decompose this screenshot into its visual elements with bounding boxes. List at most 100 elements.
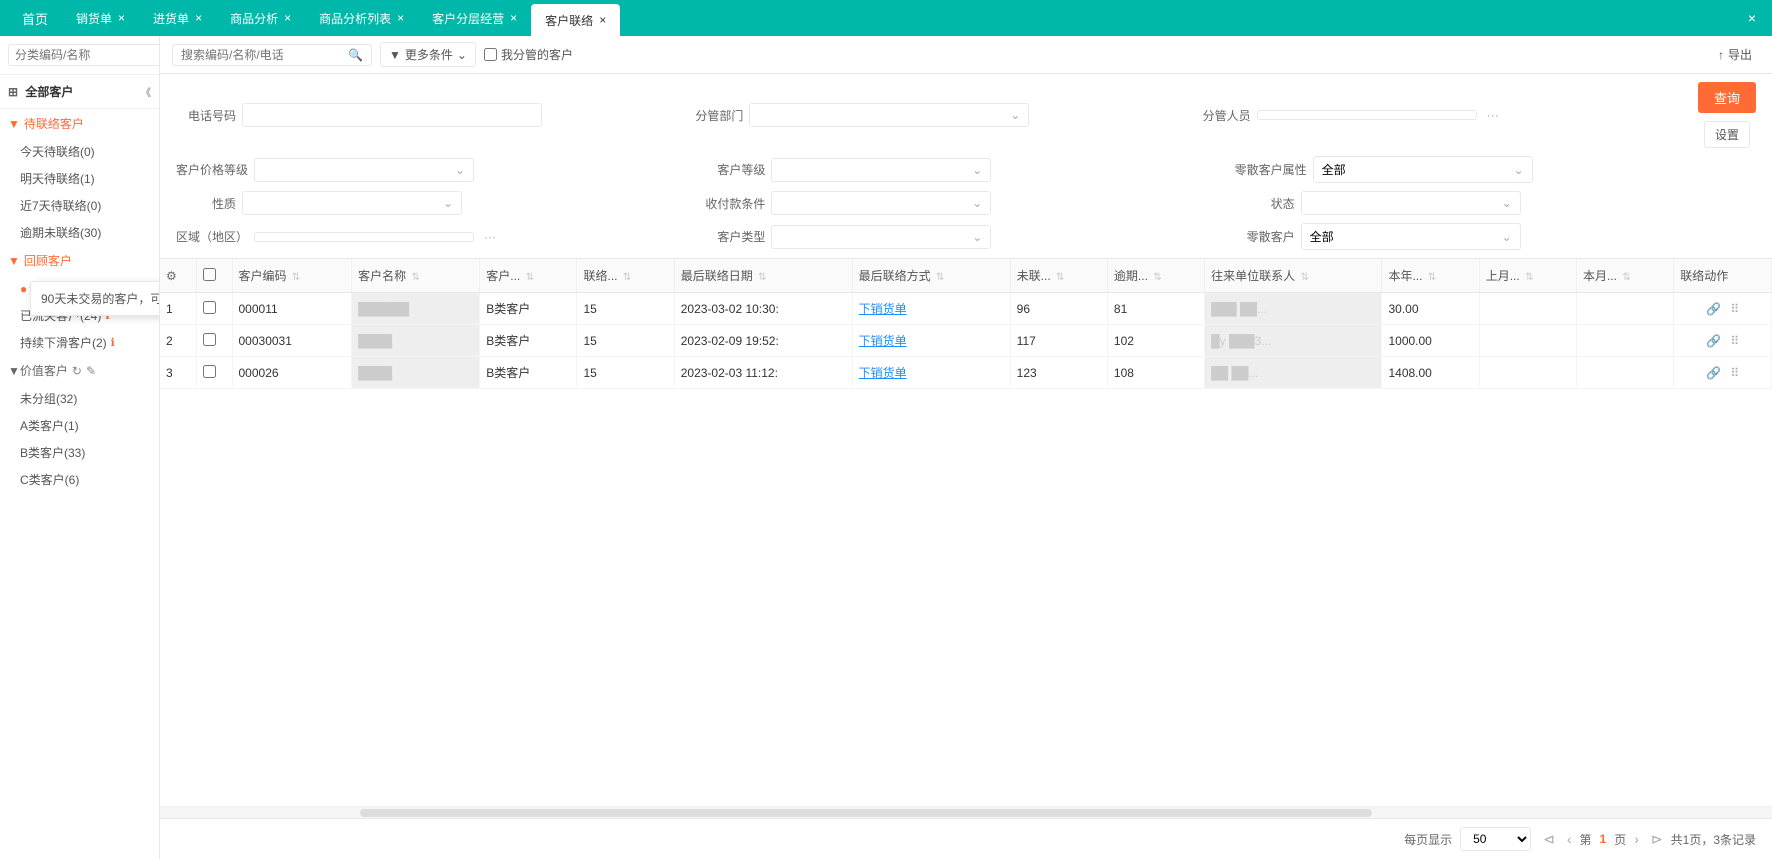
refresh-icon[interactable]: ↻ — [72, 364, 82, 378]
sidebar-search-input[interactable] — [8, 44, 160, 66]
export-btn[interactable]: ↑ 导出 — [1710, 43, 1760, 66]
select-all-checkbox[interactable] — [203, 268, 216, 281]
action-menu-icon-1[interactable]: ⠿ — [1730, 334, 1739, 348]
status-select[interactable]: ⌄ — [1301, 191, 1521, 215]
first-page-btn[interactable]: ⊲ — [1539, 829, 1559, 850]
row-name-0: ██████ — [352, 293, 480, 325]
search-submit-icon[interactable]: 🔍 — [348, 48, 363, 62]
action-menu-icon-2[interactable]: ⠿ — [1730, 366, 1739, 380]
sidebar-item-tomorrow[interactable]: 明天待联络(1) — [0, 165, 159, 192]
sort-overdue-icon[interactable]: ⇅ — [1153, 272, 1161, 283]
sidebar-collapse-icon[interactable]: 《 — [141, 84, 151, 99]
filter-price-grade: 客户价格等级 ⌄ — [176, 158, 697, 182]
next-page-btn[interactable]: › — [1630, 829, 1643, 849]
row-last-method-0[interactable]: 下销货单 — [852, 293, 1010, 325]
my-customers-checkbox[interactable] — [484, 48, 497, 61]
my-customers-filter[interactable]: 我分管的客户 — [484, 46, 573, 63]
sidebar-section-review[interactable]: ▼ 回顾客户 — [0, 246, 159, 275]
sidebar-item-c-class[interactable]: C类客户(6) — [0, 466, 159, 493]
action-menu-icon-0[interactable]: ⠿ — [1730, 302, 1739, 316]
retail-select[interactable]: 全部 ⌄ — [1301, 223, 1521, 250]
content-area: 🔍 ▼ 更多条件 ⌄ 我分管的客户 ↑ 导出 电话号码 — [160, 36, 1772, 859]
query-settings: 查询 设置 — [1698, 82, 1756, 148]
manager-more-btn[interactable]: ··· — [1483, 108, 1503, 122]
query-button[interactable]: 查询 — [1698, 82, 1756, 113]
action-link-icon-0[interactable]: 🔗 — [1706, 302, 1721, 316]
nature-select[interactable]: ⌄ — [242, 191, 462, 215]
sidebar-item-7days[interactable]: 近7天待联络(0) — [0, 192, 159, 219]
payment-arrow: ⌄ — [972, 196, 982, 210]
phone-input[interactable] — [242, 103, 542, 127]
region-more-btn[interactable]: ··· — [480, 230, 500, 244]
row-checkbox-0[interactable] — [203, 301, 216, 314]
table-area: ⚙ 客户编码 ⇅ 客户名称 ⇅ — [160, 259, 1772, 806]
sidebar-section-value[interactable]: ▼ 价值客户 ↻ ✎ — [0, 356, 159, 385]
row-action-1[interactable]: 🔗 ⠿ — [1674, 325, 1772, 357]
sort-tmonth-icon[interactable]: ⇅ — [1622, 272, 1630, 283]
sort-unlinked-icon[interactable]: ⇅ — [1056, 272, 1064, 283]
sidebar-item-a-class[interactable]: A类客户(1) — [0, 412, 159, 439]
sort-code-icon[interactable]: ⇅ — [292, 272, 300, 283]
dept-select[interactable]: ⌄ — [749, 103, 1029, 127]
sort-name-icon[interactable]: ⇅ — [412, 272, 420, 283]
nav-tab-2[interactable]: 进货单 × — [139, 0, 216, 36]
close-all-tabs[interactable]: × — [1740, 10, 1764, 26]
nav-tab-3[interactable]: 商品分析 × — [216, 0, 305, 36]
nav-tab-5[interactable]: 客户分层经营 × — [418, 0, 531, 36]
nav-tab-6[interactable]: 客户联络 × — [531, 4, 620, 36]
sidebar-item-ungroup[interactable]: 未分组(32) — [0, 385, 159, 412]
sidebar-item-declining[interactable]: 持续下滑客户(2) ℹ — [0, 329, 159, 356]
retail-attr-select[interactable]: 全部 ⌄ — [1313, 156, 1533, 183]
row-contact-0: 15 — [577, 293, 674, 325]
row-action-0[interactable]: 🔗 ⠿ — [1674, 293, 1772, 325]
manager-select[interactable] — [1257, 110, 1477, 120]
action-link-icon-2[interactable]: 🔗 — [1706, 366, 1721, 380]
horizontal-scrollbar[interactable] — [360, 809, 1372, 817]
prev-page-btn[interactable]: ‹ — [1563, 829, 1576, 849]
close-tab-5-icon[interactable]: × — [510, 11, 517, 25]
close-tab-1-icon[interactable]: × — [118, 11, 125, 25]
filter-nature: 性质 ⌄ — [176, 191, 697, 215]
row-checkbox-2[interactable] — [203, 365, 216, 378]
close-tab-3-icon[interactable]: × — [284, 11, 291, 25]
nav-home[interactable]: 首页 — [8, 9, 62, 28]
row-action-2[interactable]: 🔗 ⠿ — [1674, 357, 1772, 389]
table-header-row: ⚙ 客户编码 ⇅ 客户名称 ⇅ — [160, 259, 1772, 293]
sort-lmonth-icon[interactable]: ⇅ — [1525, 272, 1533, 283]
col-settings-icon[interactable]: ⚙ — [166, 269, 177, 283]
sidebar-item-b-class[interactable]: B类客户(33) — [0, 439, 159, 466]
row-checkbox-1[interactable] — [203, 333, 216, 346]
sidebar-item-overdue[interactable]: 逾期未联络(30) — [0, 219, 159, 246]
price-grade-select[interactable]: ⌄ — [254, 158, 474, 182]
page-size-select[interactable]: 50 100 — [1460, 827, 1531, 851]
sort-annual-icon[interactable]: ⇅ — [1428, 272, 1436, 283]
search-input[interactable] — [181, 48, 348, 62]
close-tab-2-icon[interactable]: × — [195, 11, 202, 25]
customer-grade-select[interactable]: ⌄ — [771, 158, 991, 182]
row-last-method-1[interactable]: 下销货单 — [852, 325, 1010, 357]
close-tab-4-icon[interactable]: × — [397, 11, 404, 25]
payment-select[interactable]: ⌄ — [771, 191, 991, 215]
sidebar-section-pending[interactable]: ▼ 待联络客户 — [0, 109, 159, 138]
customer-type-select[interactable]: ⌄ — [771, 225, 991, 249]
grid-icon: ⊞ — [8, 85, 18, 99]
sort-method-icon[interactable]: ⇅ — [936, 272, 944, 283]
nav-tab-4[interactable]: 商品分析列表 × — [305, 0, 418, 36]
sort-type-icon[interactable]: ⇅ — [526, 272, 534, 283]
sort-date-icon[interactable]: ⇅ — [758, 272, 766, 283]
edit-icon[interactable]: ✎ — [86, 364, 96, 378]
search-wrap: 🔍 — [172, 44, 372, 66]
settings-button[interactable]: 设置 — [1704, 121, 1750, 148]
action-link-icon-1[interactable]: 🔗 — [1706, 334, 1721, 348]
sort-contact-icon[interactable]: ⇅ — [623, 272, 631, 283]
sidebar-all-customers[interactable]: ⊞ 全部客户 《 — [0, 75, 159, 109]
nav-tab-1[interactable]: 销货单 × — [62, 0, 139, 36]
filter-more-btn[interactable]: ▼ 更多条件 ⌄ — [380, 42, 476, 67]
sidebar-item-today[interactable]: 今天待联络(0) — [0, 138, 159, 165]
row-last-method-2[interactable]: 下销货单 — [852, 357, 1010, 389]
close-tab-6-icon[interactable]: × — [599, 13, 606, 27]
last-page-btn[interactable]: ⊳ — [1647, 829, 1667, 850]
region-select[interactable] — [254, 232, 474, 242]
sort-unit-icon[interactable]: ⇅ — [1301, 272, 1309, 283]
row-contact-2: 15 — [577, 357, 674, 389]
